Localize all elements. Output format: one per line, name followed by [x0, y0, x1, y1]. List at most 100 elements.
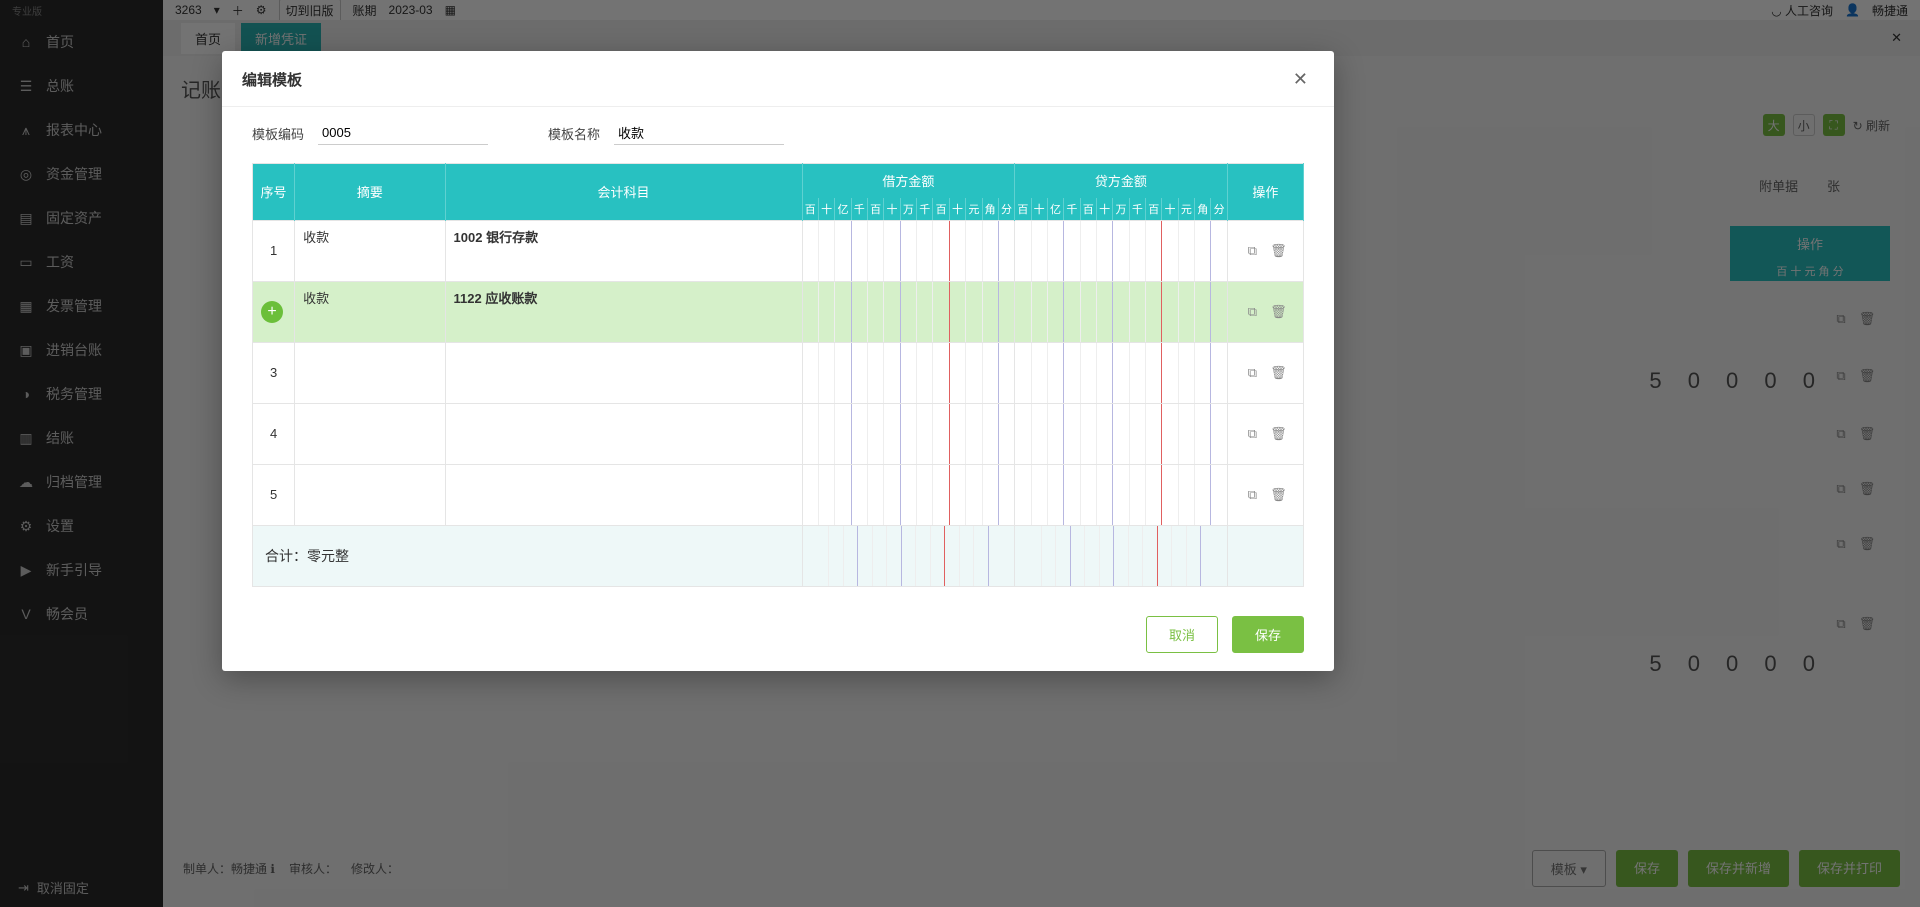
amount-cell[interactable] — [932, 282, 948, 342]
save-button[interactable]: 保存 — [1232, 616, 1304, 653]
amount-cell[interactable] — [883, 282, 899, 342]
cell-debit[interactable] — [802, 220, 1015, 281]
amount-cell[interactable] — [916, 282, 932, 342]
amount-cell[interactable] — [815, 526, 829, 586]
amount-cell[interactable] — [1063, 343, 1079, 403]
amount-cell[interactable] — [982, 282, 998, 342]
amount-cell[interactable] — [1015, 282, 1030, 342]
amount-cell[interactable] — [998, 404, 1014, 464]
cell-digest[interactable] — [295, 403, 445, 464]
amount-cell[interactable] — [1194, 282, 1210, 342]
amount-cell[interactable] — [834, 221, 850, 281]
amount-cell[interactable] — [818, 343, 834, 403]
amount-cell[interactable] — [883, 465, 899, 525]
amount-cell[interactable] — [1099, 526, 1114, 586]
amount-cell[interactable] — [867, 343, 883, 403]
amount-cell[interactable] — [1096, 343, 1112, 403]
amount-cell[interactable] — [867, 282, 883, 342]
amount-cell[interactable] — [932, 343, 948, 403]
amount-cell[interactable] — [1047, 221, 1063, 281]
amount-cell[interactable] — [1178, 221, 1194, 281]
amount-cell[interactable] — [1194, 343, 1210, 403]
cancel-button[interactable]: 取消 — [1146, 616, 1218, 653]
amount-cell[interactable] — [851, 282, 867, 342]
amount-cell[interactable] — [998, 343, 1014, 403]
amount-cell[interactable] — [1113, 526, 1128, 586]
cell-subject[interactable]: 1002 银行存款 — [445, 220, 802, 281]
amount-cell[interactable] — [1112, 465, 1128, 525]
amount-cell[interactable] — [867, 221, 883, 281]
copy-icon[interactable]: ⧉ — [1244, 304, 1260, 320]
amount-cell[interactable] — [1080, 343, 1096, 403]
amount-cell[interactable] — [1178, 465, 1194, 525]
amount-cell[interactable] — [1161, 465, 1177, 525]
amount-cell[interactable] — [1178, 282, 1194, 342]
amount-cell[interactable] — [1129, 221, 1145, 281]
amount-cell[interactable] — [1031, 282, 1047, 342]
amount-cell[interactable] — [932, 221, 948, 281]
amount-cell[interactable] — [1047, 282, 1063, 342]
amount-cell[interactable] — [851, 343, 867, 403]
template-code-input[interactable] — [318, 121, 488, 145]
amount-cell[interactable] — [900, 221, 916, 281]
amount-cell[interactable] — [1210, 221, 1226, 281]
amount-cell[interactable] — [1178, 343, 1194, 403]
cell-debit[interactable] — [802, 403, 1015, 464]
amount-cell[interactable] — [916, 404, 932, 464]
cell-credit[interactable] — [1015, 403, 1228, 464]
amount-cell[interactable] — [1161, 404, 1177, 464]
amount-cell[interactable] — [1210, 282, 1226, 342]
amount-cell[interactable] — [949, 465, 965, 525]
amount-cell[interactable] — [900, 465, 916, 525]
amount-cell[interactable] — [1142, 526, 1157, 586]
amount-cell[interactable] — [965, 343, 981, 403]
amount-cell[interactable] — [916, 343, 932, 403]
amount-cell[interactable] — [818, 221, 834, 281]
copy-icon[interactable]: ⧉ — [1244, 365, 1260, 381]
amount-cell[interactable] — [1112, 282, 1128, 342]
delete-icon[interactable]: 🗑 — [1270, 243, 1286, 259]
copy-icon[interactable]: ⧉ — [1244, 487, 1260, 503]
amount-cell[interactable] — [1145, 465, 1161, 525]
amount-cell[interactable] — [872, 526, 887, 586]
amount-cell[interactable] — [965, 465, 981, 525]
cell-debit[interactable] — [802, 464, 1015, 525]
amount-cell[interactable] — [1178, 404, 1194, 464]
amount-cell[interactable] — [1063, 221, 1079, 281]
cell-digest[interactable] — [295, 342, 445, 403]
amount-cell[interactable] — [949, 343, 965, 403]
amount-cell[interactable] — [1161, 282, 1177, 342]
cell-digest[interactable]: 收款 — [295, 220, 445, 281]
amount-cell[interactable] — [1080, 465, 1096, 525]
amount-cell[interactable] — [1031, 343, 1047, 403]
amount-cell[interactable] — [1015, 404, 1030, 464]
amount-cell[interactable] — [1200, 526, 1215, 586]
amount-cell[interactable] — [1096, 465, 1112, 525]
amount-cell[interactable] — [982, 343, 998, 403]
amount-cell[interactable] — [1027, 526, 1041, 586]
amount-cell[interactable] — [1031, 465, 1047, 525]
amount-cell[interactable] — [1080, 282, 1096, 342]
amount-cell[interactable] — [834, 465, 850, 525]
amount-cell[interactable] — [883, 221, 899, 281]
amount-cell[interactable] — [1161, 221, 1177, 281]
amount-cell[interactable] — [886, 526, 901, 586]
copy-icon[interactable]: ⧉ — [1244, 426, 1260, 442]
cell-credit[interactable] — [1015, 342, 1228, 403]
amount-cell[interactable] — [932, 404, 948, 464]
amount-cell[interactable] — [818, 404, 834, 464]
amount-cell[interactable] — [949, 282, 965, 342]
amount-cell[interactable] — [1047, 465, 1063, 525]
amount-cell[interactable] — [901, 526, 916, 586]
cell-credit[interactable] — [1015, 464, 1228, 525]
amount-cell[interactable] — [1128, 526, 1143, 586]
amount-cell[interactable] — [932, 465, 948, 525]
amount-cell[interactable] — [930, 526, 945, 586]
amount-cell[interactable] — [851, 404, 867, 464]
amount-cell[interactable] — [900, 282, 916, 342]
cell-credit[interactable] — [1015, 281, 1228, 342]
amount-cell[interactable] — [916, 465, 932, 525]
amount-cell[interactable] — [1112, 221, 1128, 281]
delete-icon[interactable]: 🗑 — [1270, 304, 1286, 320]
amount-cell[interactable] — [1080, 221, 1096, 281]
